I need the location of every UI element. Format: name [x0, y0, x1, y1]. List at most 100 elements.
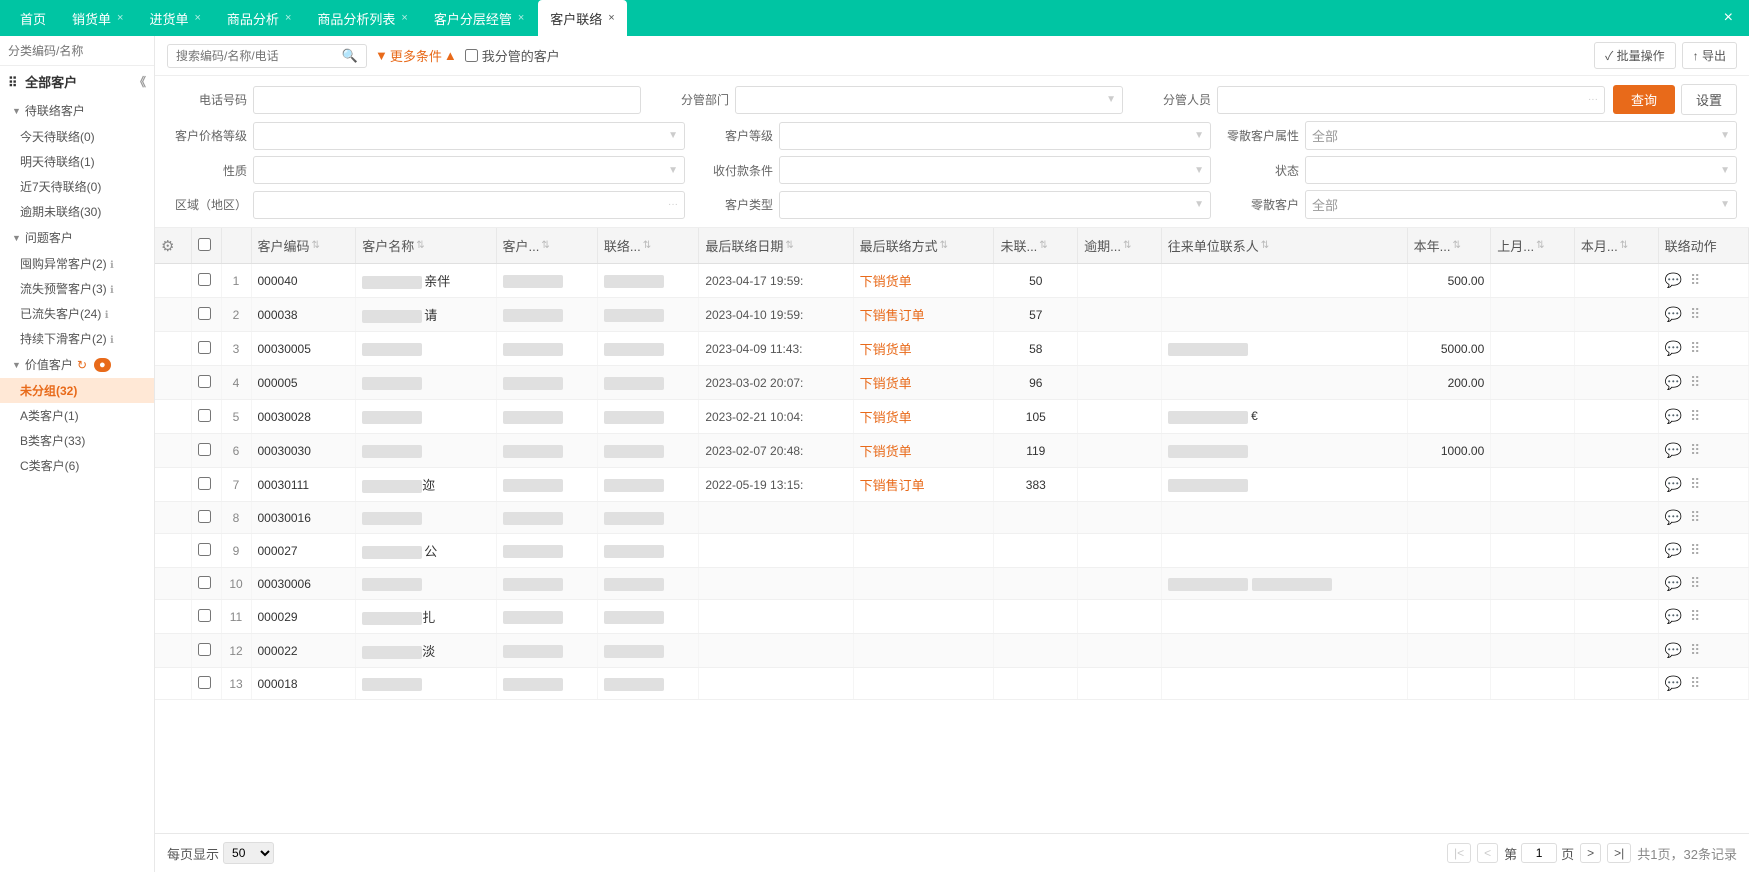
- last-method-link[interactable]: 下销货单: [860, 444, 912, 459]
- dept-select[interactable]: ▼: [735, 86, 1123, 114]
- th-code[interactable]: 客户编码 ⇅: [251, 228, 356, 264]
- last-method-link[interactable]: 下销货单: [860, 410, 912, 425]
- th-no-contact[interactable]: 未联... ⇅: [994, 228, 1078, 264]
- th-this-year[interactable]: 本年... ⇅: [1407, 228, 1491, 264]
- query-btn[interactable]: 查询: [1613, 85, 1675, 114]
- select-all-checkbox[interactable]: [198, 238, 211, 251]
- th-type[interactable]: 客户... ⇅: [496, 228, 597, 264]
- sidebar-collapse-btn[interactable]: 《: [134, 73, 146, 90]
- tab-sales[interactable]: 销货单 ×: [60, 0, 135, 36]
- last-method-link[interactable]: 下销货单: [860, 274, 912, 289]
- more-action-icon[interactable]: ⠿: [1690, 340, 1700, 357]
- contact-icon[interactable]: 💬: [1665, 374, 1682, 391]
- last-page-btn[interactable]: >|: [1607, 843, 1631, 863]
- th-last-method[interactable]: 最后联络方式 ⇅: [853, 228, 994, 264]
- more-action-icon[interactable]: ⠿: [1690, 509, 1700, 526]
- tab-goods-analysis[interactable]: 商品分析 ×: [215, 0, 303, 36]
- th-name[interactable]: 客户名称 ⇅: [356, 228, 496, 264]
- contact-icon[interactable]: 💬: [1665, 306, 1682, 323]
- group-problem-customers[interactable]: 问题客户: [0, 224, 154, 251]
- row-checkbox[interactable]: [198, 643, 211, 656]
- reset-btn[interactable]: 设置: [1681, 84, 1737, 115]
- contact-icon[interactable]: 💬: [1665, 272, 1682, 289]
- contact-icon[interactable]: 💬: [1665, 509, 1682, 526]
- th-unit-contact[interactable]: 往来单位联系人 ⇅: [1161, 228, 1407, 264]
- th-overdue[interactable]: 逾期... ⇅: [1078, 228, 1162, 264]
- sidebar-item-c-class[interactable]: C类客户(6): [0, 453, 154, 478]
- contact-icon[interactable]: 💬: [1665, 442, 1682, 459]
- row-checkbox[interactable]: [198, 443, 211, 456]
- row-checkbox[interactable]: [198, 543, 211, 556]
- contact-icon[interactable]: 💬: [1665, 575, 1682, 592]
- contact-icon[interactable]: 💬: [1665, 608, 1682, 625]
- gear-icon[interactable]: ⚙: [161, 238, 174, 255]
- all-customers-header[interactable]: ⠿ 全部客户 《: [0, 66, 154, 97]
- more-action-icon[interactable]: ⠿: [1690, 374, 1700, 391]
- row-checkbox[interactable]: [198, 676, 211, 689]
- last-method-link[interactable]: 下销货单: [860, 376, 912, 391]
- prev-page-btn[interactable]: <: [1477, 843, 1498, 863]
- sidebar-item-overdue[interactable]: 逾期未联络(30): [0, 199, 154, 224]
- next-page-btn[interactable]: >: [1580, 843, 1601, 863]
- sidebar-item-lost[interactable]: 已流失客户(24) ℹ: [0, 301, 154, 326]
- tab-customer-tier[interactable]: 客户分层经管 ×: [422, 0, 536, 36]
- sidebar-item-today[interactable]: 今天待联络(0): [0, 124, 154, 149]
- search-icon[interactable]: 🔍: [342, 48, 358, 64]
- more-action-icon[interactable]: ⠿: [1690, 408, 1700, 425]
- more-conditions-btn[interactable]: ▼ 更多条件 ▲: [375, 46, 457, 65]
- retail-select[interactable]: 全部 ▼: [1305, 190, 1737, 219]
- window-close-icon[interactable]: ×: [1716, 9, 1741, 27]
- tab-customer-contact[interactable]: 客户联络 ×: [538, 0, 626, 36]
- contact-icon[interactable]: 💬: [1665, 675, 1682, 692]
- th-last-month[interactable]: 上月... ⇅: [1491, 228, 1575, 264]
- more-action-icon[interactable]: ⠿: [1690, 442, 1700, 459]
- row-checkbox[interactable]: [198, 375, 211, 388]
- refresh-icon[interactable]: ↻: [77, 358, 87, 372]
- row-checkbox[interactable]: [198, 609, 211, 622]
- cust-level-select[interactable]: ▼: [779, 122, 1211, 150]
- group-pending-contact[interactable]: 待联络客户: [0, 97, 154, 124]
- region-select[interactable]: ···: [253, 191, 685, 219]
- th-last-date[interactable]: 最后联络日期 ⇅: [699, 228, 853, 264]
- search-input[interactable]: [176, 49, 338, 63]
- sidebar-item-b-class[interactable]: B类客户(33): [0, 428, 154, 453]
- th-contact[interactable]: 联络... ⇅: [597, 228, 698, 264]
- row-checkbox[interactable]: [198, 409, 211, 422]
- close-tab-sales[interactable]: ×: [117, 12, 123, 24]
- sidebar-item-abnormal[interactable]: 囤购异常客户(2) ℹ: [0, 251, 154, 276]
- page-size-select[interactable]: 50 10 20 100: [223, 842, 274, 864]
- close-tab-purchase[interactable]: ×: [194, 12, 200, 24]
- last-method-link[interactable]: 下销售订单: [860, 478, 925, 493]
- tab-goods-list[interactable]: 商品分析列表 ×: [305, 0, 419, 36]
- sidebar-search-input[interactable]: [8, 44, 155, 58]
- row-checkbox[interactable]: [198, 307, 211, 320]
- close-tab-goods-list[interactable]: ×: [401, 12, 407, 24]
- phone-input[interactable]: [253, 86, 641, 114]
- row-checkbox[interactable]: [198, 477, 211, 490]
- page-input[interactable]: [1521, 843, 1557, 863]
- sidebar-item-declining[interactable]: 持续下滑客户(2) ℹ: [0, 326, 154, 351]
- row-checkbox[interactable]: [198, 273, 211, 286]
- contact-icon[interactable]: 💬: [1665, 476, 1682, 493]
- batch-btn[interactable]: ✓ 批量操作: [1594, 42, 1676, 69]
- retail-attr-select[interactable]: 全部 ▼: [1305, 121, 1737, 150]
- cust-type-select[interactable]: ▼: [779, 191, 1211, 219]
- group-value-customers[interactable]: 价值客户 ↻ ●: [0, 351, 154, 378]
- my-customers-check[interactable]: [465, 49, 478, 62]
- close-tab-customer-tier[interactable]: ×: [518, 12, 524, 24]
- more-action-icon[interactable]: ⠿: [1690, 575, 1700, 592]
- close-tab-goods-analysis[interactable]: ×: [285, 12, 291, 24]
- sidebar-item-7days[interactable]: 近7天待联络(0): [0, 174, 154, 199]
- more-action-icon[interactable]: ⠿: [1690, 476, 1700, 493]
- row-checkbox[interactable]: [198, 510, 211, 523]
- sidebar-item-tomorrow[interactable]: 明天待联络(1): [0, 149, 154, 174]
- my-customers-checkbox[interactable]: 我分管的客户: [465, 46, 560, 65]
- sidebar-item-ungrouped[interactable]: 未分组(32): [0, 378, 154, 403]
- tab-purchase[interactable]: 进货单 ×: [137, 0, 212, 36]
- more-action-icon[interactable]: ⠿: [1690, 272, 1700, 289]
- status-select[interactable]: ▼: [1305, 156, 1737, 184]
- payment-select[interactable]: ▼: [779, 156, 1211, 184]
- row-checkbox[interactable]: [198, 341, 211, 354]
- export-btn[interactable]: ↑ 导出: [1682, 42, 1737, 69]
- row-checkbox[interactable]: [198, 576, 211, 589]
